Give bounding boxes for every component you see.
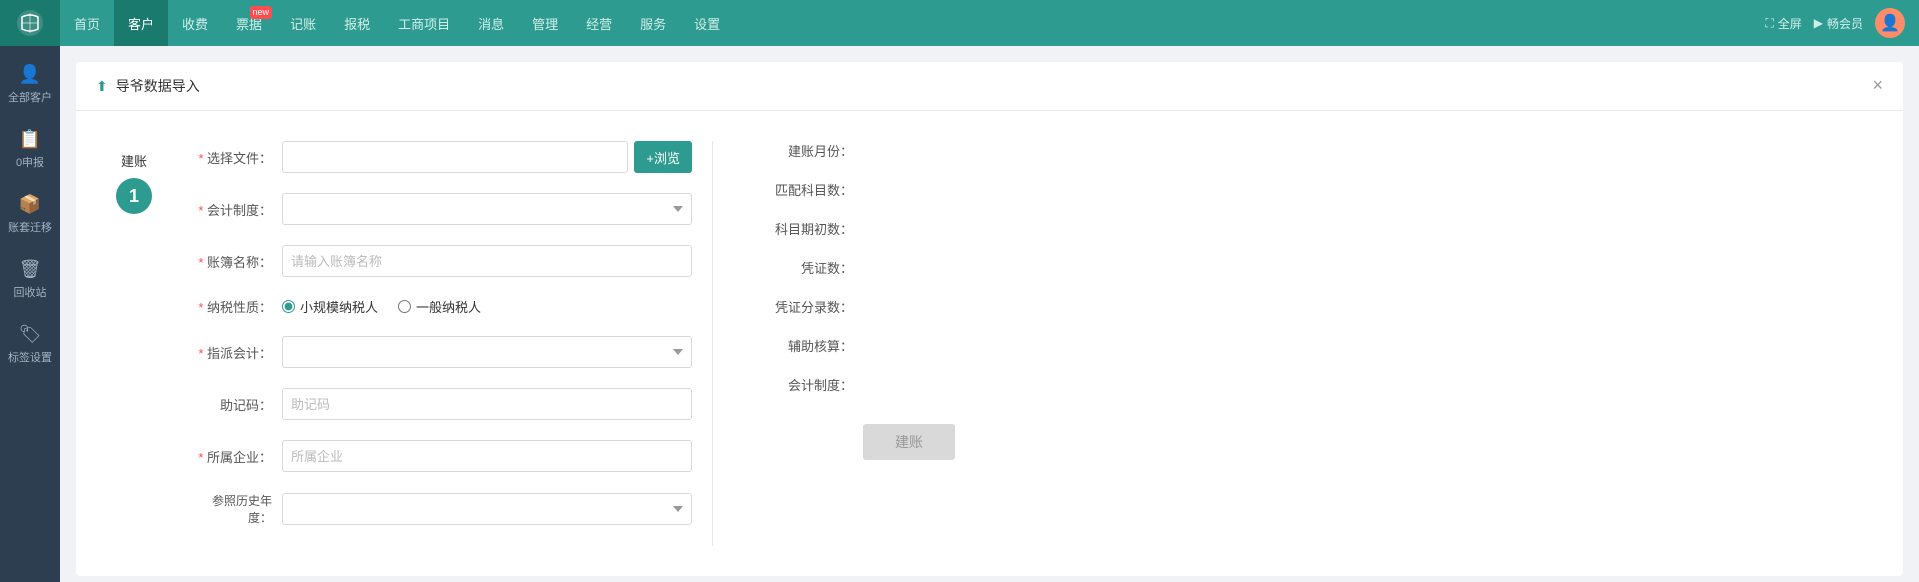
import-icon: ⬆ <box>96 78 108 95</box>
memo-code-input[interactable] <box>282 388 692 420</box>
box-icon: 📦 <box>19 194 41 215</box>
build-account-button[interactable]: 建账 <box>863 424 955 460</box>
voucher-entries-label: 凭证分录数： <box>773 297 863 316</box>
sidebar-item-account-migration[interactable]: 📦 账套迁移 <box>0 184 60 245</box>
subject-initial-label: 科目期初数： <box>773 219 863 238</box>
play-icon: ▶ <box>1814 16 1823 30</box>
info-accounting-system-label: 会计制度： <box>773 375 863 394</box>
logo <box>0 0 60 46</box>
avatar-icon: 👤 <box>1880 13 1900 33</box>
top-navigation: 首页 客户 收费 票据 new 记账 报税 工商项目 消息 管理 经营 服务 设… <box>0 0 1919 46</box>
info-section: 建账月份： 匹配科目数： 科目期初数： 凭证数： <box>773 141 1033 546</box>
match-subjects-row: 匹配科目数： <box>773 180 1033 199</box>
panel-title: 导爷数据导入 <box>116 76 200 96</box>
clipboard-icon: 📋 <box>19 129 41 150</box>
step-circle: 1 <box>116 178 152 214</box>
belong-enterprise-label: * 所属企业： <box>192 447 282 466</box>
auxiliary-label: 辅助核算： <box>773 336 863 355</box>
file-label: * 选择文件： <box>192 148 282 167</box>
general-taxpayer-radio[interactable]: 一般纳税人 <box>398 297 481 316</box>
nav-tax[interactable]: 报税 <box>330 0 384 46</box>
close-button[interactable]: × <box>1872 76 1883 94</box>
nav-bookkeeping[interactable]: 记账 <box>276 0 330 46</box>
accounting-system-select[interactable] <box>282 193 692 225</box>
memo-code-row: 助记码： <box>192 388 692 420</box>
auxiliary-row: 辅助核算： <box>773 336 1033 355</box>
tax-type-label: * 纳税性质： <box>192 297 282 316</box>
sidebar-item-all-clients[interactable]: 👤 全部客户 <box>0 54 60 115</box>
build-month-label: 建账月份： <box>773 141 863 160</box>
belong-enterprise-row: * 所属企业： <box>192 440 692 472</box>
assign-accountant-label: * 指派会计： <box>192 343 282 362</box>
new-badge: new <box>250 6 273 19</box>
nav-services[interactable]: 服务 <box>626 0 680 46</box>
match-subjects-label: 匹配科目数： <box>773 180 863 199</box>
avatar[interactable]: 👤 <box>1875 8 1905 38</box>
content-area: ⬆ 导爷数据导入 × 建账 1 * 选择文件： <box>60 46 1919 582</box>
tag-icon: 🏷 <box>19 324 42 345</box>
nav-business-projects[interactable]: 工商项目 <box>384 0 464 46</box>
file-input[interactable] <box>282 141 628 173</box>
nav-management[interactable]: 管理 <box>518 0 572 46</box>
build-month-row: 建账月份： <box>773 141 1033 160</box>
nav-settings[interactable]: 设置 <box>680 0 734 46</box>
file-select-row: * 选择文件： +浏览 <box>192 141 692 173</box>
sidebar-item-tag-settings[interactable]: 🏷 标签设置 <box>0 314 60 375</box>
subject-initial-row: 科目期初数： <box>773 219 1033 238</box>
accounting-system-row: * 会计制度： <box>192 193 692 225</box>
nav-billing[interactable]: 收费 <box>168 0 222 46</box>
tax-type-radio-group: 小规模纳税人 一般纳税人 <box>282 297 692 316</box>
browse-button[interactable]: +浏览 <box>634 141 692 173</box>
nav-operations[interactable]: 经营 <box>572 0 626 46</box>
step-section: 建账 1 <box>116 141 152 546</box>
ledger-name-row: * 账簿名称： <box>192 245 692 277</box>
ledger-name-label: * 账簿名称： <box>192 252 282 271</box>
assign-accountant-select[interactable] <box>282 336 692 368</box>
person-icon: 👤 <box>19 64 41 85</box>
voucher-count-label: 凭证数： <box>773 258 863 277</box>
sidebar-item-zero-filing[interactable]: 📋 0申报 <box>0 119 60 180</box>
tax-type-row: * 纳税性质： 小规模纳税人 一般纳税人 <box>192 297 692 316</box>
panel-header: ⬆ 导爷数据导入 × <box>76 62 1903 111</box>
panel-body: 建账 1 * 选择文件： +浏览 <box>76 111 1903 576</box>
nav-invoice[interactable]: 票据 new <box>222 0 276 46</box>
nav-messages[interactable]: 消息 <box>464 0 518 46</box>
step-label: 建账 <box>121 151 147 170</box>
file-row: +浏览 <box>282 141 692 173</box>
main-layout: 👤 全部客户 📋 0申报 📦 账套迁移 🗑 回收站 🏷 标签设置 ⬆ 导爷数据导… <box>0 46 1919 582</box>
info-accounting-system-row: 会计制度： <box>773 375 1033 394</box>
nav-home[interactable]: 首页 <box>60 0 114 46</box>
nav-clients[interactable]: 客户 <box>114 0 168 46</box>
accounting-system-label: * 会计制度： <box>192 200 282 219</box>
import-panel: ⬆ 导爷数据导入 × 建账 1 * 选择文件： <box>76 62 1903 576</box>
voucher-entries-row: 凭证分录数： <box>773 297 1033 316</box>
fullscreen-button[interactable]: ⛶ 全屏 <box>1765 15 1801 32</box>
reference-year-label: 参照历史年度： <box>192 492 282 526</box>
section-divider <box>712 141 713 546</box>
ledger-name-input[interactable] <box>282 245 692 277</box>
nav-right: ⛶ 全屏 ▶ 畅会员 👤 <box>1765 8 1919 38</box>
assign-accountant-row: * 指派会计： <box>192 336 692 368</box>
reference-year-row: 参照历史年度： <box>192 492 692 526</box>
fullscreen-icon: ⛶ <box>1765 16 1773 31</box>
nav-items: 首页 客户 收费 票据 new 记账 报税 工商项目 消息 管理 经营 服务 设… <box>60 0 1765 46</box>
trash-icon: 🗑 <box>19 259 42 280</box>
reference-year-select[interactable] <box>282 493 692 525</box>
member-button[interactable]: ▶ 畅会员 <box>1814 15 1863 32</box>
form-section: * 选择文件： +浏览 * 会计制度： <box>192 141 692 546</box>
voucher-count-row: 凭证数： <box>773 258 1033 277</box>
sidebar: 👤 全部客户 📋 0申报 📦 账套迁移 🗑 回收站 🏷 标签设置 <box>0 46 60 582</box>
belong-enterprise-input[interactable] <box>282 440 692 472</box>
memo-code-label: 助记码： <box>192 395 282 414</box>
sidebar-item-recycle[interactable]: 🗑 回收站 <box>0 249 60 310</box>
small-taxpayer-radio[interactable]: 小规模纳税人 <box>282 297 378 316</box>
